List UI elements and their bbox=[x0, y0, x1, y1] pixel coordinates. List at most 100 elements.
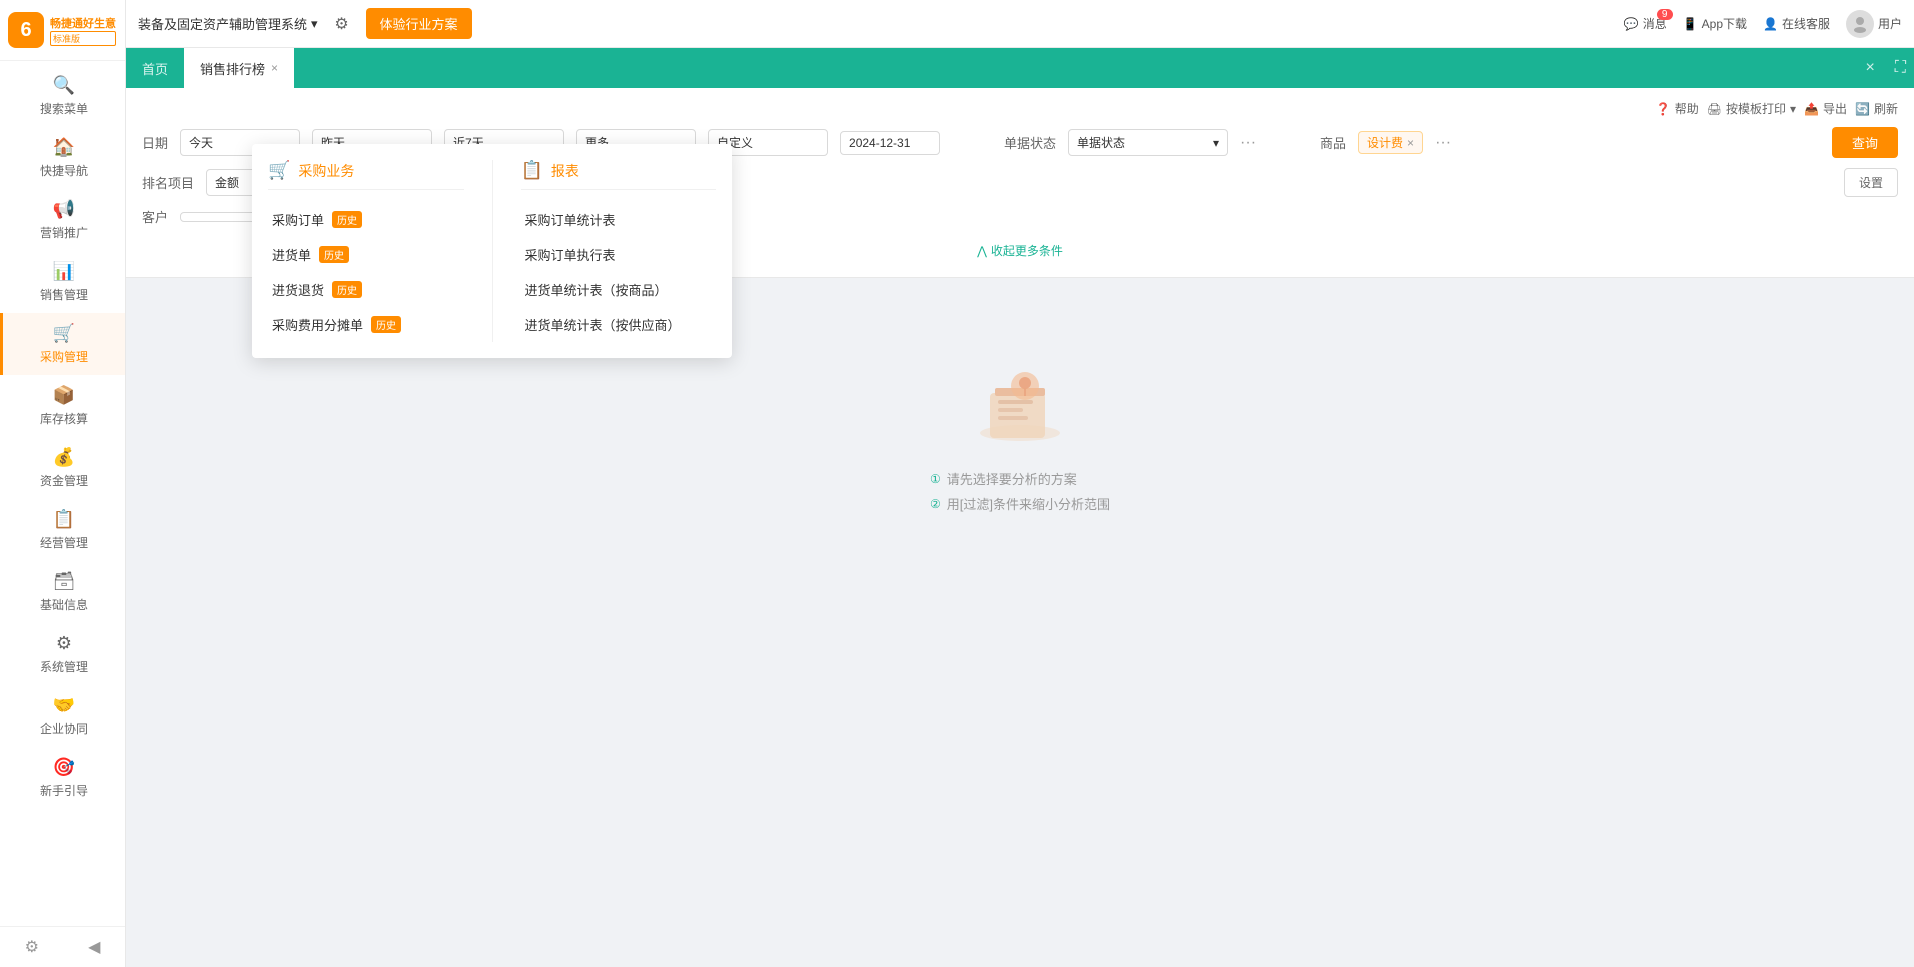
sidebar-item-quick-nav[interactable]: 🏠 快捷导航 bbox=[0, 127, 125, 189]
refresh-icon: 🔄 bbox=[1855, 102, 1870, 116]
sidebar: 6 畅捷通好生意 标准版 🔍 搜索菜单 🏠 快捷导航 📢 营销推广 📊 bbox=[0, 0, 126, 967]
goods-tag: 设计费 × bbox=[1358, 131, 1423, 154]
menu-item-purchase-order-exec[interactable]: 采购订单执行表 bbox=[521, 237, 717, 272]
app-download-btn[interactable]: 📱 App下载 bbox=[1683, 15, 1747, 32]
guide-icon: 🎯 bbox=[53, 757, 75, 778]
industry-btn[interactable]: 体验行业方案 bbox=[366, 8, 472, 39]
refresh-btn[interactable]: 🔄 刷新 bbox=[1855, 100, 1898, 117]
menu-divider bbox=[492, 160, 493, 342]
tab-expand-btn[interactable]: ⛶ bbox=[1887, 59, 1914, 77]
tab-close-all-btn[interactable]: × bbox=[1853, 59, 1886, 77]
purchase-icon: 🛒 bbox=[53, 323, 75, 344]
system-title-dropdown[interactable]: 装备及固定资产辅助管理系统 ▾ bbox=[138, 14, 318, 33]
home-icon: 🏠 bbox=[53, 137, 75, 158]
export-icon: 📤 bbox=[1804, 102, 1819, 116]
menu-item-purchase-cost[interactable]: 采购费用分摊单 历史 bbox=[268, 307, 464, 342]
goods-tag-close-btn[interactable]: × bbox=[1407, 136, 1414, 150]
sidebar-item-finance[interactable]: 💰 资金管理 bbox=[0, 437, 125, 499]
print-dropdown-icon: ▾ bbox=[1790, 102, 1796, 116]
menu-item-purchase-order[interactable]: 采购订单 历史 bbox=[268, 202, 464, 237]
topbar: 装备及固定资产辅助管理系统 ▾ ⚙ 体验行业方案 💬 消息 9 📱 App下载 … bbox=[126, 0, 1914, 48]
menu-item-supplier-stat[interactable]: 进货单统计表（按供应商） bbox=[521, 307, 717, 342]
basic-info-icon: 🗃 bbox=[53, 571, 76, 592]
sidebar-item-marketing[interactable]: 📢 营销推广 bbox=[0, 189, 125, 251]
sidebar-item-operation[interactable]: 📋 经营管理 bbox=[0, 499, 125, 561]
query-btn[interactable]: 查询 bbox=[1832, 127, 1898, 158]
service-icon: 👤 bbox=[1763, 17, 1778, 31]
menu-item-purchase-goods[interactable]: 进货单 历史 bbox=[268, 237, 464, 272]
print-btn[interactable]: 🖨 按模板打印 ▾ bbox=[1707, 100, 1796, 117]
sidebar-item-system[interactable]: ⚙ 系统管理 bbox=[0, 623, 125, 685]
content-area: ❓ 帮助 🖨 按模板打印 ▾ 📤 导出 🔄 刷新 bbox=[126, 88, 1914, 967]
empty-illustration bbox=[960, 358, 1080, 461]
collapse-label: 收起更多条件 bbox=[991, 242, 1063, 259]
empty-tip2: 用[过滤]条件来缩小分析范围 bbox=[947, 494, 1110, 513]
logo-text: 畅捷通好生意 标准版 bbox=[50, 15, 116, 46]
date-value-input[interactable]: 2024-12-31 bbox=[840, 131, 940, 155]
tab-sales-rank[interactable]: 销售排行榜 × bbox=[184, 48, 294, 88]
logo-icon: 6 bbox=[8, 12, 44, 48]
goods-dots[interactable]: ··· bbox=[1435, 134, 1451, 152]
customer-label: 客户 bbox=[142, 207, 168, 226]
topbar-title: 装备及固定资产辅助管理系统 bbox=[138, 14, 307, 33]
phone-icon: 📱 bbox=[1683, 17, 1698, 31]
collapse-up-icon: ⋀ bbox=[977, 244, 987, 258]
sidebar-logo: 6 畅捷通好生意 标准版 bbox=[0, 0, 125, 61]
sidebar-item-inventory[interactable]: 📦 库存核算 bbox=[0, 375, 125, 437]
system-icon: ⚙ bbox=[56, 633, 72, 654]
menu-item-purchase-order-stat[interactable]: 采购订单统计表 bbox=[521, 202, 717, 237]
topbar-settings-btn[interactable]: ⚙ bbox=[328, 10, 356, 38]
menu-item-goods-stat[interactable]: 进货单统计表（按商品） bbox=[521, 272, 717, 307]
user-label: 用户 bbox=[1878, 15, 1902, 32]
sidebar-bottom: ⚙ ◀ bbox=[0, 926, 125, 967]
search-nav-icon: 🔍 bbox=[53, 75, 75, 96]
goods-label: 商品 bbox=[1320, 133, 1346, 152]
sidebar-collapse-btn[interactable]: ◀ bbox=[88, 937, 100, 957]
rank-label: 排名项目 bbox=[142, 173, 194, 192]
chevron-down-icon: ▾ bbox=[1213, 136, 1219, 150]
purchase-menu-section: 🛒 采购业务 采购订单 历史 进货单 历史 进货退货 历史 bbox=[268, 160, 464, 342]
tab-close-btn[interactable]: × bbox=[271, 61, 278, 75]
sidebar-item-search[interactable]: 🔍 搜索菜单 bbox=[0, 65, 125, 127]
sidebar-item-purchase[interactable]: 🛒 采购管理 bbox=[0, 313, 125, 375]
topbar-right: 💬 消息 9 📱 App下载 👤 在线客服 用户 bbox=[1624, 10, 1902, 38]
message-icon: 💬 bbox=[1624, 17, 1639, 31]
doc-status-select[interactable]: 单据状态 ▾ bbox=[1068, 129, 1228, 156]
operation-icon: 📋 bbox=[53, 509, 75, 530]
export-btn[interactable]: 📤 导出 bbox=[1804, 100, 1847, 117]
sidebar-item-sales[interactable]: 📊 销售管理 bbox=[0, 251, 125, 313]
sidebar-settings-btn[interactable]: ⚙ bbox=[25, 937, 39, 957]
sidebar-item-guide[interactable]: 🎯 新手引导 bbox=[0, 747, 125, 809]
report-menu-section: 📋 报表 采购订单统计表 采购订单执行表 进货单统计表（按商品） 进货单统计表（… bbox=[521, 160, 717, 342]
sidebar-item-basic-info[interactable]: 🗃 基础信息 bbox=[0, 561, 125, 623]
sales-icon: 📊 bbox=[53, 261, 75, 282]
dropdown-menu: 🛒 采购业务 采购订单 历史 进货单 历史 进货退货 历史 bbox=[252, 144, 732, 358]
tab-home[interactable]: 首页 bbox=[126, 48, 184, 88]
help-circle-icon: ❓ bbox=[1656, 102, 1671, 116]
marketing-icon: 📢 bbox=[53, 199, 75, 220]
filter-toolbar: ❓ 帮助 🖨 按模板打印 ▾ 📤 导出 🔄 刷新 bbox=[142, 100, 1898, 117]
doc-status-dots[interactable]: ··· bbox=[1240, 134, 1256, 152]
enterprise-icon: 🤝 bbox=[53, 695, 75, 716]
report-section-icon: 📋 bbox=[521, 160, 543, 181]
settings-btn[interactable]: 设置 bbox=[1844, 168, 1898, 197]
print-icon: 🖨 bbox=[1707, 102, 1722, 116]
sidebar-item-enterprise[interactable]: 🤝 企业协同 bbox=[0, 685, 125, 747]
online-service-btn[interactable]: 👤 在线客服 bbox=[1763, 15, 1830, 32]
sidebar-nav: 🔍 搜索菜单 🏠 快捷导航 📢 营销推广 📊 销售管理 🛒 采购管理 📦 bbox=[0, 61, 125, 926]
date-label: 日期 bbox=[142, 133, 168, 152]
user-avatar bbox=[1846, 10, 1874, 38]
main-area: 装备及固定资产辅助管理系统 ▾ ⚙ 体验行业方案 💬 消息 9 📱 App下载 … bbox=[126, 0, 1914, 967]
tab-bar: 首页 销售排行榜 × × ⛶ bbox=[126, 48, 1914, 88]
finance-icon: 💰 bbox=[53, 447, 75, 468]
help-btn[interactable]: ❓ 帮助 bbox=[1656, 100, 1699, 117]
message-btn[interactable]: 💬 消息 9 bbox=[1624, 15, 1667, 32]
purchase-section-icon: 🛒 bbox=[268, 160, 290, 181]
report-section-title: 📋 报表 bbox=[521, 160, 717, 190]
user-menu[interactable]: 用户 bbox=[1846, 10, 1902, 38]
dropdown-arrow-icon: ▾ bbox=[311, 16, 318, 32]
empty-tip1: 请先选择要分析的方案 bbox=[947, 469, 1077, 488]
menu-item-purchase-return[interactable]: 进货退货 历史 bbox=[268, 272, 464, 307]
purchase-section-title: 🛒 采购业务 bbox=[268, 160, 464, 190]
doc-status-label: 单据状态 bbox=[1004, 133, 1056, 152]
